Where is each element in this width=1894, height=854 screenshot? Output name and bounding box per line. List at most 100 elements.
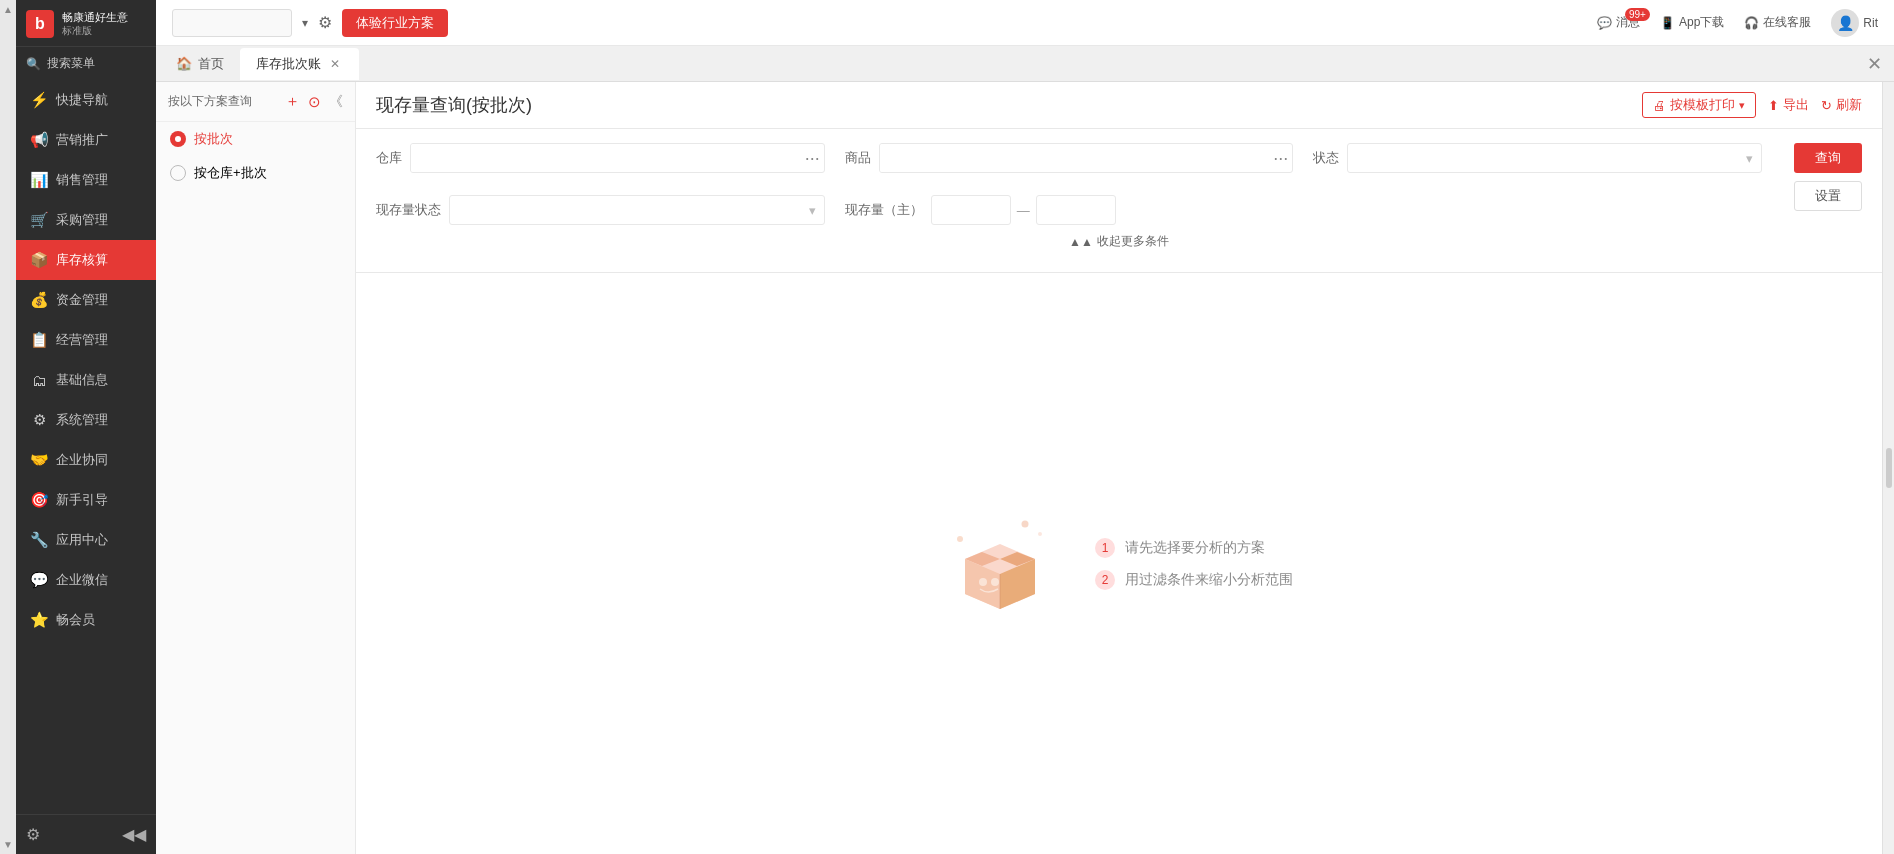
inventory-qty-to-input[interactable]	[1036, 195, 1116, 225]
inventory-icon: 📦	[30, 251, 48, 269]
export-button[interactable]: ⬆ 导出	[1768, 96, 1809, 114]
topbar-dropdown-icon[interactable]: ▾	[302, 16, 308, 30]
sidebar-item-appcenter[interactable]: 🔧 应用中心	[16, 520, 156, 560]
sidebar-item-label: 畅会员	[56, 611, 95, 629]
warehouse-more-icon[interactable]: ···	[801, 148, 824, 169]
topbar-search-box[interactable]	[172, 9, 292, 37]
sidebar-footer: ⚙ ◀◀	[16, 814, 156, 854]
headset-icon: 🎧	[1744, 16, 1759, 30]
sidebar-item-marketing[interactable]: 📢 营销推广	[16, 120, 156, 160]
tab-inventory-batch[interactable]: 库存批次账 ✕	[240, 48, 359, 80]
sidebar-search[interactable]: 🔍 搜索菜单	[16, 47, 156, 80]
purchase-icon: 🛒	[30, 211, 48, 229]
empty-state-inner: 1 请先选择要分析的方案 2 用过滤条件来缩小分析范围	[945, 509, 1293, 619]
print-button[interactable]: 🖨 按模板打印 ▾	[1642, 92, 1756, 118]
filter-group-inventory-qty: 现存量（主） —	[845, 195, 1294, 225]
tip-text-1: 请先选择要分析的方案	[1125, 539, 1265, 557]
inventory-qty-from-input[interactable]	[931, 195, 1011, 225]
product-more-icon[interactable]: ···	[1269, 148, 1292, 169]
sidebar-item-system[interactable]: ⚙ 系统管理	[16, 400, 156, 440]
empty-state: 1 请先选择要分析的方案 2 用过滤条件来缩小分析范围	[356, 273, 1882, 854]
sidebar-item-label: 应用中心	[56, 531, 108, 549]
content-area: 按以下方案查询 ＋ ⊙ 《 按批次 按仓库+批次 现存量查询(按批次)	[156, 82, 1894, 854]
filter-row-2: 现存量状态 ▾ 现存量（主） —	[376, 195, 1762, 225]
shortcut-icon: ⚡	[30, 91, 48, 109]
plan-item-by-warehouse-batch[interactable]: 按仓库+批次	[156, 156, 355, 190]
message-icon: 💬	[1597, 16, 1612, 30]
operations-icon: 📋	[30, 331, 48, 349]
tab-close-icon[interactable]: ✕	[327, 56, 343, 72]
online-service-label: 在线客服	[1763, 14, 1811, 31]
sidebar-item-label: 营销推广	[56, 131, 108, 149]
plan-item-by-batch[interactable]: 按批次	[156, 122, 355, 156]
collapse-sidebar-icon[interactable]: ◀◀	[122, 825, 146, 844]
app-download-action[interactable]: 📱 App下载	[1660, 14, 1724, 31]
refresh-label: 刷新	[1836, 96, 1862, 114]
svg-point-9	[1038, 532, 1042, 536]
filter-group-status: 状态 ▾	[1313, 143, 1762, 173]
sidebar-item-operations[interactable]: 📋 经营管理	[16, 320, 156, 360]
collapse-conditions[interactable]: ▲▲ 收起更多条件	[376, 225, 1862, 258]
newbie-icon: 🎯	[30, 491, 48, 509]
plan-by-warehouse-batch-label: 按仓库+批次	[194, 164, 267, 182]
svg-point-6	[979, 578, 987, 586]
sidebar-item-label: 企业协同	[56, 451, 108, 469]
tab-bar-close-icon[interactable]: ✕	[1859, 53, 1890, 75]
sidebar-item-finance[interactable]: 💰 资金管理	[16, 280, 156, 320]
online-service-action[interactable]: 🎧 在线客服	[1744, 14, 1811, 31]
tab-home[interactable]: 🏠 首页	[160, 48, 240, 80]
sidebar-header: b 畅康通好生意 标准版	[16, 0, 156, 47]
inventory-status-select[interactable]: ▾	[449, 195, 825, 225]
topbar-gear-icon[interactable]: ⚙	[318, 13, 332, 32]
sidebar-item-label: 资金管理	[56, 291, 108, 309]
app-logo: b	[26, 10, 54, 38]
sidebar-item-wechat[interactable]: 💬 企业微信	[16, 560, 156, 600]
scroll-down-icon[interactable]: ▼	[3, 839, 13, 850]
brand-name: 畅康通好生意	[62, 10, 128, 24]
system-icon: ⚙	[30, 411, 48, 429]
status-select[interactable]: ▾	[1347, 143, 1762, 173]
tip-text-2: 用过滤条件来缩小分析范围	[1125, 571, 1293, 589]
scroll-up-icon[interactable]: ▲	[3, 4, 13, 15]
collapse-panel-icon[interactable]: 《	[329, 93, 343, 111]
print-icon: 🖨	[1653, 98, 1666, 113]
sidebar-item-sales[interactable]: 📊 销售管理	[16, 160, 156, 200]
page-header-actions: 🖨 按模板打印 ▾ ⬆ 导出 ↻ 刷新	[1642, 92, 1862, 118]
marketing-icon: 📢	[30, 131, 48, 149]
right-scrollbar[interactable]	[1882, 82, 1894, 854]
sidebar-item-member[interactable]: ⭐ 畅会员	[16, 600, 156, 640]
product-input[interactable]	[880, 143, 1266, 173]
tab-bar: 🏠 首页 库存批次账 ✕ ✕	[156, 46, 1894, 82]
user-action[interactable]: 👤 Rit	[1831, 9, 1878, 37]
query-button[interactable]: 查询	[1794, 143, 1862, 173]
main-area: ▾ ⚙ 体验行业方案 💬 消息 99+ 📱 App下载 🎧 在线客服 👤	[156, 0, 1894, 854]
action-buttons: 查询 设置	[1794, 143, 1862, 211]
sidebar-item-newbie[interactable]: 🎯 新手引导	[16, 480, 156, 520]
status-select-arrow: ▾	[1746, 151, 1753, 166]
settings-icon[interactable]: ⚙	[26, 825, 40, 844]
sidebar-item-enterprise[interactable]: 🤝 企业协同	[16, 440, 156, 480]
sidebar-item-basic[interactable]: 🗂 基础信息	[16, 360, 156, 400]
add-plan-icon[interactable]: ＋	[285, 92, 300, 111]
trial-button[interactable]: 体验行业方案	[342, 9, 448, 37]
member-icon: ⭐	[30, 611, 48, 629]
filter-settings-button[interactable]: 设置	[1794, 181, 1862, 211]
brand-info: 畅康通好生意 标准版	[62, 10, 128, 38]
sidebar-item-shortcut[interactable]: ⚡ 快捷导航	[16, 80, 156, 120]
messages-action[interactable]: 💬 消息 99+	[1597, 14, 1640, 31]
warehouse-filter-label: 仓库	[376, 149, 402, 167]
print-dropdown-icon[interactable]: ▾	[1739, 99, 1745, 112]
inventory-status-arrow: ▾	[809, 203, 816, 218]
settings-plan-icon[interactable]: ⊙	[308, 93, 321, 111]
refresh-button[interactable]: ↻ 刷新	[1821, 96, 1862, 114]
export-label: 导出	[1783, 96, 1809, 114]
wechat-icon: 💬	[30, 571, 48, 589]
empty-tip-1: 1 请先选择要分析的方案	[1095, 538, 1293, 558]
svg-point-8	[957, 536, 963, 542]
left-panel-header: 按以下方案查询 ＋ ⊙ 《	[156, 82, 355, 122]
sidebar-item-purchase[interactable]: 🛒 采购管理	[16, 200, 156, 240]
sidebar-scroll[interactable]: ▲ ▼	[0, 0, 16, 854]
sidebar-item-inventory[interactable]: 📦 库存核算	[16, 240, 156, 280]
app-download-label: App下载	[1679, 14, 1724, 31]
warehouse-input[interactable]	[411, 143, 797, 173]
